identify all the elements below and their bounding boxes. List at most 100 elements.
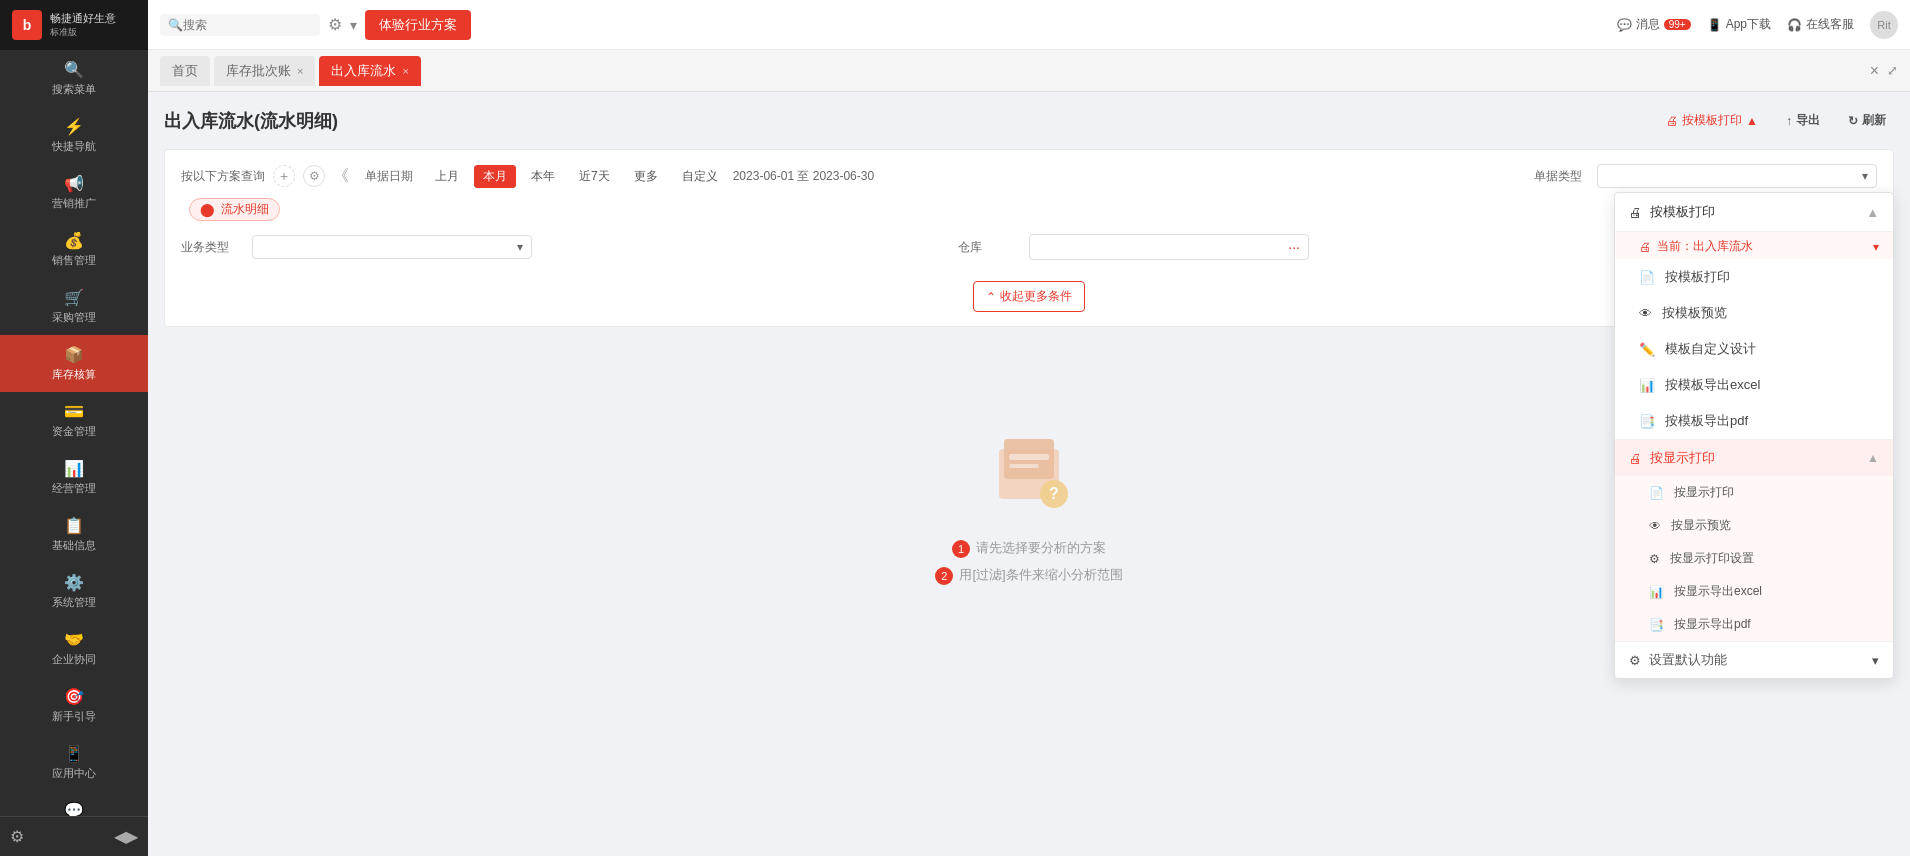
collapse-more-button[interactable]: ⌃ 收起更多条件 [973, 281, 1085, 312]
close-window-icon[interactable]: × [1870, 62, 1879, 80]
date-range-display: 2023-06-01 至 2023-06-30 [733, 168, 874, 185]
purchase-icon: 🛒 [64, 288, 84, 307]
date-option-more[interactable]: 更多 [625, 165, 667, 188]
page-content: 出入库流水(流水明细) 🖨 按模板打印 ▲ ↑ 导出 ↻ 刷新 [148, 92, 1910, 856]
date-option-this-year[interactable]: 本年 [522, 165, 564, 188]
sidebar-item-sales[interactable]: 💰 销售管理 [0, 221, 148, 278]
headset-icon: 🎧 [1787, 18, 1802, 32]
date-label: 单据日期 [365, 168, 420, 185]
sidebar-item-marketing[interactable]: 📢 营销推广 [0, 164, 148, 221]
display-print-group[interactable]: 🖨 按显示打印 ▲ [1615, 440, 1893, 476]
sidebar-item-guide[interactable]: 🎯 新手引导 [0, 677, 148, 734]
excel-icon: 📊 [1639, 378, 1655, 393]
set-default-function-button[interactable]: ⚙ 设置默认功能 ▾ [1615, 642, 1893, 678]
industry-solution-button[interactable]: 体验行业方案 [365, 10, 471, 40]
system-icon: ⚙️ [64, 573, 84, 592]
settings-icon[interactable]: ⚙ [10, 827, 24, 846]
design-icon: ✏️ [1639, 342, 1655, 357]
template-export-excel-item[interactable]: 📊 按模板导出excel [1615, 367, 1893, 403]
biz-type-select[interactable]: ▾ [252, 235, 532, 259]
logo-name: 畅捷通好生意 [50, 11, 116, 25]
hint-1-text: 请先选择要分析的方案 [976, 539, 1106, 557]
page-actions: 🖨 按模板打印 ▲ ↑ 导出 ↻ 刷新 [1658, 108, 1894, 133]
sidebar-item-wechat[interactable]: 💬 企业微信 [0, 791, 148, 816]
search-label: 搜索菜单 [52, 82, 96, 97]
export-button[interactable]: ↑ 导出 [1778, 108, 1828, 133]
display-preview-item[interactable]: 👁 按显示预览 [1615, 509, 1893, 542]
online-service-button[interactable]: 🎧 在线客服 [1787, 16, 1854, 33]
display-print-item[interactable]: 📄 按显示打印 [1615, 476, 1893, 509]
default-icon: ⚙ [1629, 653, 1641, 668]
sidebar-item-basic-info[interactable]: 📋 基础信息 [0, 506, 148, 563]
messages-label: 消息 [1636, 16, 1660, 33]
date-option-this-month[interactable]: 本月 [474, 165, 516, 188]
display-export-excel-item[interactable]: 📊 按显示导出excel [1615, 575, 1893, 608]
sidebar-item-finance[interactable]: 💳 资金管理 [0, 392, 148, 449]
sidebar-item-system[interactable]: ⚙️ 系统管理 [0, 563, 148, 620]
refresh-button[interactable]: ↻ 刷新 [1840, 108, 1894, 133]
template-print-item[interactable]: 📄 按模板打印 [1615, 259, 1893, 295]
refresh-icon: ↻ [1848, 114, 1858, 128]
topbar-settings-icon[interactable]: ⚙ [328, 15, 342, 34]
enterprise-label: 企业协同 [52, 652, 96, 667]
tab-batch[interactable]: 库存批次账× [214, 56, 315, 86]
sidebar-item-quick-nav[interactable]: ⚡ 快捷导航 [0, 107, 148, 164]
wechat-icon: 💬 [64, 801, 84, 816]
sidebar-item-app-center[interactable]: 📱 应用中心 [0, 734, 148, 791]
date-option-last-month[interactable]: 上月 [426, 165, 468, 188]
filter-tag-flow[interactable]: ⬤ 流水明细 [189, 198, 280, 221]
tab-batch-close[interactable]: × [297, 65, 303, 77]
sidebar: b 畅捷通好生意 标准版 🔍 搜索菜单⚡ 快捷导航📢 营销推广💰 销售管理🛒 采… [0, 0, 148, 856]
type-select[interactable]: ▾ [1597, 164, 1877, 188]
sidebar-item-operations[interactable]: 📊 经营管理 [0, 449, 148, 506]
enterprise-icon: 🤝 [64, 630, 84, 649]
display-print-group-label: 按显示打印 [1650, 449, 1715, 467]
collapse-icon[interactable]: ◀▶ [114, 827, 138, 846]
sales-icon: 💰 [64, 231, 84, 250]
export-icon: ↑ [1786, 114, 1792, 128]
template-custom-item[interactable]: ✏️ 模板自定义设计 [1615, 331, 1893, 367]
display-print-icon: 📄 [1649, 486, 1664, 500]
search-box[interactable]: 🔍 [160, 14, 320, 36]
dropdown-close-chevron[interactable]: ▲ [1866, 205, 1879, 220]
display-preview-label: 按显示预览 [1671, 517, 1731, 534]
tab-flow-close[interactable]: × [402, 65, 408, 77]
app-download-button[interactable]: 📱 App下载 [1707, 16, 1771, 33]
topbar-dropdown-icon[interactable]: ▾ [350, 17, 357, 33]
search-input[interactable] [183, 18, 303, 32]
logo-badge: 标准版 [50, 26, 116, 39]
quick-nav-label: 快捷导航 [52, 139, 96, 154]
tab-home[interactable]: 首页 [160, 56, 210, 86]
sidebar-item-inventory[interactable]: 📦 库存核算 [0, 335, 148, 392]
date-option-custom[interactable]: 自定义 [673, 165, 727, 188]
topbar-right: 💬 消息 99+ 📱 App下载 🎧 在线客服 Rit [1617, 11, 1898, 39]
sidebar-item-purchase[interactable]: 🛒 采购管理 [0, 278, 148, 335]
warehouse-select[interactable]: ··· [1029, 234, 1309, 260]
purchase-label: 采购管理 [52, 310, 96, 325]
filter-collapse-button[interactable]: 《 [333, 166, 349, 187]
tab-flow[interactable]: 出入库流水× [319, 56, 420, 86]
template-export-pdf-item[interactable]: 📑 按模板导出pdf [1615, 403, 1893, 439]
app-center-icon: 📱 [64, 744, 84, 763]
template-preview-item[interactable]: 👁 按模板预览 [1615, 295, 1893, 331]
operations-icon: 📊 [64, 459, 84, 478]
display-print-settings-item[interactable]: ⚙ 按显示打印设置 [1615, 542, 1893, 575]
print-template-button[interactable]: 🖨 按模板打印 ▲ [1658, 108, 1766, 133]
template-print-label: 按模板打印 [1665, 268, 1730, 286]
expand-window-icon[interactable]: ⤢ [1887, 63, 1898, 78]
date-option-last-7[interactable]: 近7天 [570, 165, 619, 188]
messages-button[interactable]: 💬 消息 99+ [1617, 16, 1691, 33]
sidebar-item-enterprise[interactable]: 🤝 企业协同 [0, 620, 148, 677]
dropdown-header: 🖨 按模板打印 ▲ [1615, 193, 1893, 232]
filter-config-button[interactable]: ⚙ [303, 165, 325, 187]
display-export-pdf-label: 按显示导出pdf [1674, 616, 1751, 633]
filter-add-button[interactable]: + [273, 165, 295, 187]
svg-rect-3 [1009, 464, 1039, 468]
template-custom-label: 模板自定义设计 [1665, 340, 1756, 358]
print-dropdown-panel: 🖨 按模板打印 ▲ 🖨 当前：出入库流水 ▾ 📄 按模板打印 👁 按 [1614, 192, 1894, 679]
sidebar-item-search[interactable]: 🔍 搜索菜单 [0, 50, 148, 107]
display-export-pdf-item[interactable]: 📑 按显示导出pdf [1615, 608, 1893, 641]
template-preview-label: 按模板预览 [1662, 304, 1727, 322]
warehouse-more-icon[interactable]: ··· [1288, 239, 1300, 255]
user-avatar[interactable]: Rit [1870, 11, 1898, 39]
